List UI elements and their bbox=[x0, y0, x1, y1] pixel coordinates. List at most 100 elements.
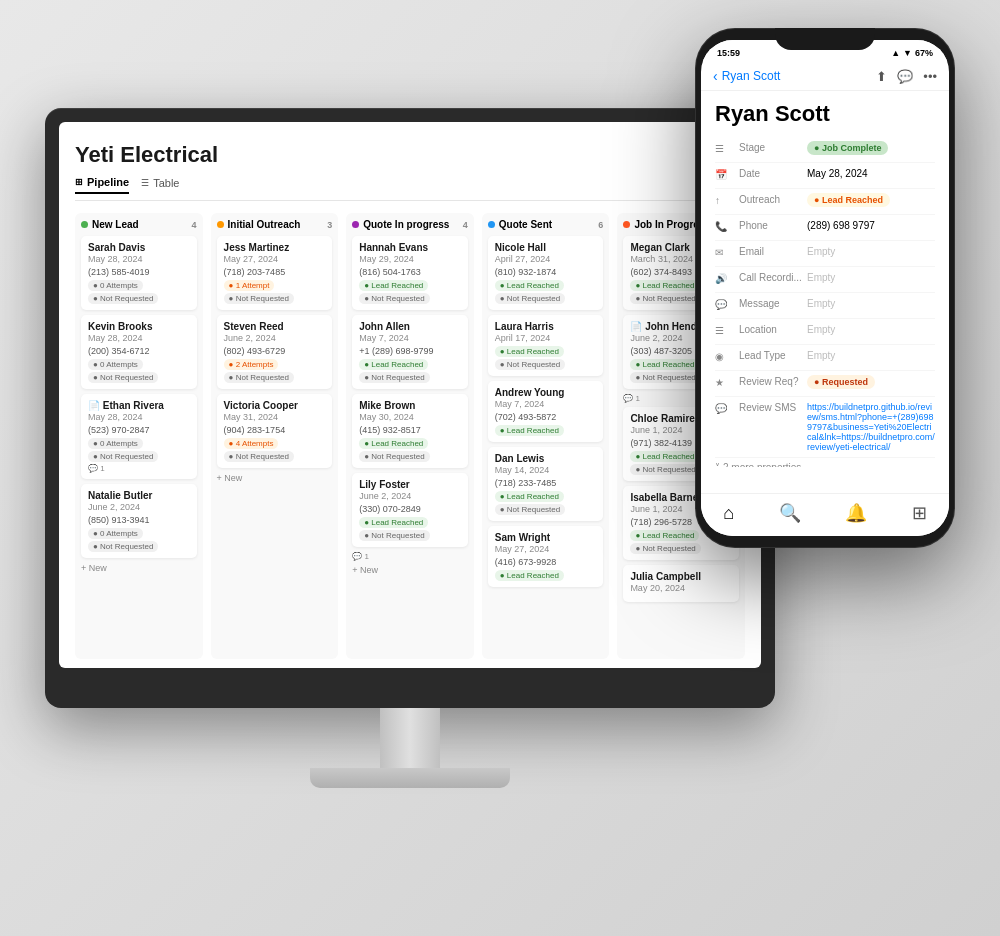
kanban-board: New Lead 4 Sarah Davis May 28, 2024 (213… bbox=[75, 213, 745, 659]
column-new-lead: New Lead 4 Sarah Davis May 28, 2024 (213… bbox=[75, 213, 203, 659]
stage-value: ● Job Complete bbox=[807, 142, 935, 153]
app-title: Yeti Electrical bbox=[75, 142, 745, 168]
battery-level: 67% bbox=[915, 48, 933, 58]
more-icon[interactable]: ••• bbox=[923, 69, 937, 84]
card-laura-harris[interactable]: Laura Harris April 17, 2024 ● Lead Reach… bbox=[488, 315, 604, 376]
lead-type-value: Empty bbox=[807, 350, 935, 361]
field-review-sms: 💬 Review SMS https://buildnetpro.github.… bbox=[715, 397, 935, 458]
lead-type-icon: ◉ bbox=[715, 351, 733, 362]
field-lead-type: ◉ Lead Type Empty bbox=[715, 345, 935, 371]
card-sarah-davis[interactable]: Sarah Davis May 28, 2024 (213) 585-4019 … bbox=[81, 236, 197, 310]
outreach-label: Outreach bbox=[739, 194, 807, 205]
email-label: Email bbox=[739, 246, 807, 257]
app-tabs: ⊞ Pipeline ☰ Table bbox=[75, 176, 745, 201]
stage-label: Stage bbox=[739, 142, 807, 153]
home-icon[interactable]: ⌂ bbox=[723, 503, 734, 524]
phone-content: Ryan Scott ☰ Stage ● Job Complete 📅 Date… bbox=[701, 91, 949, 467]
share-icon[interactable]: ⬆ bbox=[876, 69, 887, 84]
card-natalie-butler[interactable]: Natalie Butler June 2, 2024 (850) 913-39… bbox=[81, 484, 197, 558]
back-arrow-icon[interactable]: ‹ bbox=[713, 68, 718, 84]
phone-nav-icons: ⬆ 💬 ••• bbox=[876, 69, 937, 84]
location-label: Location bbox=[739, 324, 807, 335]
phone-body: 15:59 ▲ ▼ 67% ‹ Ryan Scott ⬆ 💬 ••• bbox=[695, 28, 955, 548]
col-header-quote-progress: Quote In progress 4 bbox=[352, 219, 468, 230]
add-new-lead[interactable]: + New bbox=[81, 563, 197, 573]
phone-bottom-bar: ⌂ 🔍 🔔 ⊞ bbox=[701, 493, 949, 536]
field-location: ☰ Location Empty bbox=[715, 319, 935, 345]
message-value: Empty bbox=[807, 298, 935, 309]
column-quote-sent: Quote Sent 6 Nicole Hall April 27, 2024 … bbox=[482, 213, 610, 659]
review-req-icon: ★ bbox=[715, 377, 733, 388]
phone-screen: 15:59 ▲ ▼ 67% ‹ Ryan Scott ⬆ 💬 ••• bbox=[701, 40, 949, 536]
app-content: Yeti Electrical ⊞ Pipeline ☰ Table bbox=[59, 122, 761, 668]
card-sam-wright[interactable]: Sam Wright May 27, 2024 (416) 673-9928 ●… bbox=[488, 526, 604, 587]
card-kevin-brooks[interactable]: Kevin Brooks May 28, 2024 (200) 354-6712… bbox=[81, 315, 197, 389]
add-new-outreach[interactable]: + New bbox=[217, 473, 333, 483]
card-andrew-young[interactable]: Andrew Young May 7, 2024 (702) 493-5872 … bbox=[488, 381, 604, 442]
search-bottom-icon[interactable]: 🔍 bbox=[779, 502, 801, 524]
phone-notch bbox=[775, 28, 875, 50]
chevron-down-icon: ˅ bbox=[715, 462, 720, 467]
message-label: Message bbox=[739, 298, 807, 309]
lead-type-label: Lead Type bbox=[739, 350, 807, 361]
card-ethan-rivera[interactable]: 📄 Ethan Rivera May 28, 2024 (523) 970-28… bbox=[81, 394, 197, 479]
phone-label: Phone bbox=[739, 220, 807, 231]
signal-icon: ▲ bbox=[891, 48, 900, 58]
card-julia-campbell[interactable]: Julia Campbell May 20, 2024 bbox=[623, 565, 739, 602]
card-jess-martinez[interactable]: Jess Martinez May 27, 2024 (718) 203-748… bbox=[217, 236, 333, 310]
col-dot-new-lead bbox=[81, 221, 88, 228]
message-icon: 💬 bbox=[715, 299, 733, 310]
outreach-value: ● Lead Reached bbox=[807, 194, 935, 205]
col-header-quote-sent: Quote Sent 6 bbox=[488, 219, 604, 230]
location-icon: ☰ bbox=[715, 325, 733, 336]
field-review-req: ★ Review Req? ● Requested bbox=[715, 371, 935, 397]
more-properties[interactable]: ˅ 2 more properties bbox=[715, 458, 935, 467]
col-dot-job-progress bbox=[623, 221, 630, 228]
col-dot-outreach bbox=[217, 221, 224, 228]
phone-icon: 📞 bbox=[715, 221, 733, 232]
col-dot-quote-progress bbox=[352, 221, 359, 228]
field-stage: ☰ Stage ● Job Complete bbox=[715, 137, 935, 163]
review-sms-value[interactable]: https://buildnetpro.github.io/review/sms… bbox=[807, 402, 935, 452]
tab-table[interactable]: ☰ Table bbox=[141, 176, 179, 194]
card-victoria-cooper[interactable]: Victoria Cooper May 31, 2024 (904) 283-1… bbox=[217, 394, 333, 468]
field-message: 💬 Message Empty bbox=[715, 293, 935, 319]
card-hannah-evans[interactable]: Hannah Evans May 29, 2024 (816) 504-1763… bbox=[352, 236, 468, 310]
call-recording-label: Call Recordi... bbox=[739, 272, 807, 283]
chat-icon[interactable]: 💬 bbox=[897, 69, 913, 84]
col-dot-quote-sent bbox=[488, 221, 495, 228]
email-icon: ✉ bbox=[715, 247, 733, 258]
card-john-allen[interactable]: John Allen May 7, 2024 +1 (289) 698-9799… bbox=[352, 315, 468, 389]
card-steven-reed[interactable]: Steven Reed June 2, 2024 (802) 493-6729 … bbox=[217, 315, 333, 389]
review-req-label: Review Req? bbox=[739, 376, 807, 387]
field-outreach: ↑ Outreach ● Lead Reached bbox=[715, 189, 935, 215]
date-value: May 28, 2024 bbox=[807, 168, 935, 179]
phone-value: (289) 698 9797 bbox=[807, 220, 935, 231]
column-quote-in-progress: Quote In progress 4 Hannah Evans May 29,… bbox=[346, 213, 474, 659]
add-new-quote-progress[interactable]: + New bbox=[352, 565, 468, 575]
field-email: ✉ Email Empty bbox=[715, 241, 935, 267]
email-value: Empty bbox=[807, 246, 935, 257]
mobile-phone: 15:59 ▲ ▼ 67% ‹ Ryan Scott ⬆ 💬 ••• bbox=[695, 28, 955, 548]
back-button[interactable]: Ryan Scott bbox=[722, 69, 781, 83]
bell-icon[interactable]: 🔔 bbox=[845, 502, 867, 524]
card-nicole-hall[interactable]: Nicole Hall April 27, 2024 (810) 932-187… bbox=[488, 236, 604, 310]
date-icon: 📅 bbox=[715, 169, 733, 180]
card-lily-foster[interactable]: Lily Foster June 2, 2024 (330) 070-2849 … bbox=[352, 473, 468, 547]
call-recording-value: Empty bbox=[807, 272, 935, 283]
phone-time: 15:59 bbox=[717, 48, 740, 58]
field-call-recording: 🔊 Call Recordi... Empty bbox=[715, 267, 935, 293]
desktop-monitor: Yeti Electrical ⊞ Pipeline ☰ Table bbox=[45, 108, 775, 788]
review-req-value: ● Requested bbox=[807, 376, 935, 387]
stage-icon: ☰ bbox=[715, 143, 733, 154]
monitor-bezel: Yeti Electrical ⊞ Pipeline ☰ Table bbox=[45, 108, 775, 708]
card-dan-lewis[interactable]: Dan Lewis May 14, 2024 (718) 233-7485 ● … bbox=[488, 447, 604, 521]
card-mike-brown[interactable]: Mike Brown May 30, 2024 (415) 932-8517 ●… bbox=[352, 394, 468, 468]
field-date: 📅 Date May 28, 2024 bbox=[715, 163, 935, 189]
review-sms-label: Review SMS bbox=[739, 402, 807, 413]
review-sms-icon: 💬 bbox=[715, 403, 733, 414]
tab-pipeline[interactable]: ⊞ Pipeline bbox=[75, 176, 129, 194]
location-value: Empty bbox=[807, 324, 935, 335]
grid-icon[interactable]: ⊞ bbox=[912, 502, 927, 524]
field-phone: 📞 Phone (289) 698 9797 bbox=[715, 215, 935, 241]
